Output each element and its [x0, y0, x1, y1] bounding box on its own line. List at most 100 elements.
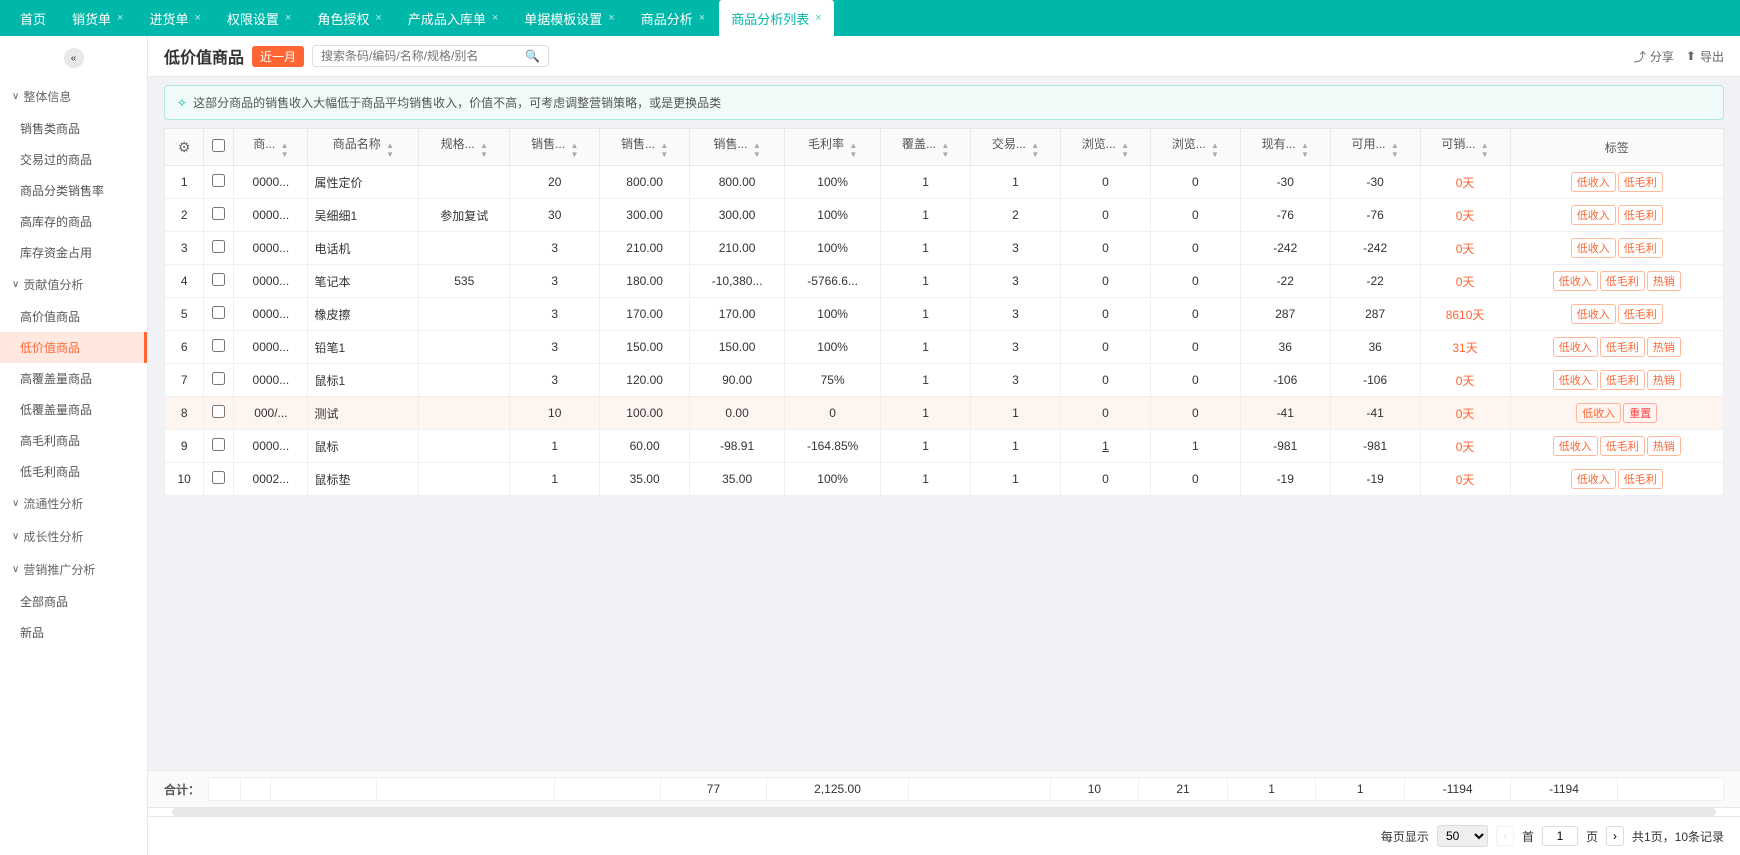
- next-page-button[interactable]: ›: [1606, 826, 1624, 846]
- sidebar-group-growth[interactable]: ∨ 成长性分析: [0, 520, 147, 553]
- row-browse1[interactable]: 0: [1060, 397, 1150, 430]
- sidebar-group-overall[interactable]: ∨ 整体信息: [0, 80, 147, 113]
- browse1-link[interactable]: 0: [1102, 175, 1109, 189]
- nav-sales-order[interactable]: 销货单 ×: [60, 0, 135, 36]
- row-select-checkbox[interactable]: [212, 405, 225, 418]
- sidebar-group-liquidity[interactable]: ∨ 流通性分析: [0, 487, 147, 520]
- share-button[interactable]: ⤴ 分享: [1634, 48, 1674, 65]
- sidebar-item-traded-products[interactable]: 交易过的商品: [0, 144, 147, 175]
- nav-purchase-order[interactable]: 进货单 ×: [137, 0, 212, 36]
- row-select-checkbox[interactable]: [212, 438, 225, 451]
- close-icon[interactable]: ×: [285, 12, 291, 24]
- content-area: 低价值商品 近一月 🔍 ⤴ 分享 ⬆ 导出 ✧ 这部分: [148, 36, 1740, 855]
- sidebar-item-stock-capital[interactable]: 库存资金占用: [0, 237, 147, 268]
- row-browse1[interactable]: 0: [1060, 232, 1150, 265]
- sidebar-item-new-products[interactable]: 新品: [0, 617, 147, 648]
- row-select-checkbox[interactable]: [212, 306, 225, 319]
- row-checkbox[interactable]: [204, 199, 234, 232]
- row-checkbox[interactable]: [204, 298, 234, 331]
- chevron-down-icon: ∨: [12, 279, 19, 290]
- row-select-checkbox[interactable]: [212, 207, 225, 220]
- sidebar-item-high-margin[interactable]: 高毛利商品: [0, 425, 147, 456]
- nav-template-settings[interactable]: 单据模板设置 ×: [512, 0, 626, 36]
- tag-badge: 低收入: [1553, 370, 1598, 390]
- sidebar-item-low-coverage[interactable]: 低覆盖量商品: [0, 394, 147, 425]
- browse1-link[interactable]: 0: [1102, 274, 1109, 288]
- nav-role-auth[interactable]: 角色授权 ×: [305, 0, 393, 36]
- row-browse2: 0: [1150, 166, 1240, 199]
- nav-product-analysis-list[interactable]: 商品分析列表 ×: [719, 0, 833, 36]
- row-num: 7: [165, 364, 204, 397]
- col-gear[interactable]: ⚙: [165, 129, 204, 166]
- close-icon[interactable]: ×: [194, 12, 200, 24]
- row-checkbox[interactable]: [204, 331, 234, 364]
- row-browse1[interactable]: 0: [1060, 166, 1150, 199]
- close-icon[interactable]: ×: [815, 12, 821, 24]
- filter-tag-recent-month[interactable]: 近一月: [252, 46, 304, 67]
- sidebar-item-low-margin[interactable]: 低毛利商品: [0, 456, 147, 487]
- sidebar-item-category-sales[interactable]: 商品分类销售率: [0, 175, 147, 206]
- browse1-link[interactable]: 0: [1102, 340, 1109, 354]
- horizontal-scrollbar[interactable]: [172, 808, 1716, 816]
- row-tags: 低收入低毛利热销: [1510, 430, 1724, 463]
- sidebar-item-high-stock[interactable]: 高库存的商品: [0, 206, 147, 237]
- sidebar-group-marketing[interactable]: ∨ 营销推广分析: [0, 553, 147, 586]
- row-select-checkbox[interactable]: [212, 174, 225, 187]
- row-checkbox[interactable]: [204, 232, 234, 265]
- row-select-checkbox[interactable]: [212, 471, 225, 484]
- browse1-link[interactable]: 0: [1102, 373, 1109, 387]
- row-browse1[interactable]: 1: [1060, 430, 1150, 463]
- row-checkbox[interactable]: [204, 364, 234, 397]
- row-checkbox[interactable]: [204, 166, 234, 199]
- close-icon[interactable]: ×: [699, 12, 705, 24]
- browse1-link[interactable]: 0: [1102, 472, 1109, 486]
- search-icon[interactable]: 🔍: [525, 49, 540, 63]
- nav-product-stock[interactable]: 产成品入库单 ×: [396, 0, 510, 36]
- first-page-button[interactable]: ‹: [1496, 826, 1514, 846]
- browse1-link[interactable]: 0: [1102, 241, 1109, 255]
- col-checkbox[interactable]: [204, 129, 234, 166]
- row-select-checkbox[interactable]: [212, 339, 225, 352]
- browse1-link[interactable]: 0: [1102, 208, 1109, 222]
- browse1-link[interactable]: 1: [1102, 439, 1109, 453]
- page-number-input[interactable]: [1542, 826, 1578, 846]
- row-browse1[interactable]: 0: [1060, 331, 1150, 364]
- sidebar-item-high-value[interactable]: 高价值商品: [0, 301, 147, 332]
- row-s1: 3: [510, 298, 600, 331]
- row-checkbox[interactable]: [204, 463, 234, 496]
- per-page-select[interactable]: 50 20 100: [1437, 825, 1488, 847]
- export-button[interactable]: ⬆ 导出: [1686, 48, 1724, 65]
- close-icon[interactable]: ×: [117, 12, 123, 24]
- nav-home[interactable]: 首页: [8, 0, 58, 36]
- sidebar-item-all-products[interactable]: 全部商品: [0, 586, 147, 617]
- row-rate: -164.85%: [785, 430, 881, 463]
- browse1-link[interactable]: 0: [1102, 406, 1109, 420]
- row-select-checkbox[interactable]: [212, 273, 225, 286]
- nav-permissions[interactable]: 权限设置 ×: [215, 0, 303, 36]
- close-icon[interactable]: ×: [492, 12, 498, 24]
- gear-icon[interactable]: ⚙: [178, 139, 191, 155]
- row-browse1[interactable]: 0: [1060, 463, 1150, 496]
- sidebar-group-contribution[interactable]: ∨ 贡献值分析: [0, 268, 147, 301]
- sidebar-item-sales-products[interactable]: 销售类商品: [0, 113, 147, 144]
- sidebar-collapse-button[interactable]: «: [64, 48, 84, 68]
- search-input[interactable]: [321, 49, 521, 63]
- sidebar-item-high-coverage[interactable]: 高覆盖量商品: [0, 363, 147, 394]
- row-name: 铅笔1: [308, 331, 419, 364]
- row-checkbox[interactable]: [204, 265, 234, 298]
- close-icon[interactable]: ×: [608, 12, 614, 24]
- row-browse1[interactable]: 0: [1060, 364, 1150, 397]
- table-container[interactable]: ⚙ 商... ▲▼ 商品名称 ▲▼ 规格... ▲▼ 销售... ▲▼ 销售..…: [148, 128, 1740, 770]
- nav-product-analysis[interactable]: 商品分析 ×: [629, 0, 717, 36]
- row-checkbox[interactable]: [204, 430, 234, 463]
- row-browse1[interactable]: 0: [1060, 298, 1150, 331]
- sidebar-item-low-value[interactable]: 低价值商品: [0, 332, 147, 363]
- close-icon[interactable]: ×: [375, 12, 381, 24]
- browse1-link[interactable]: 0: [1102, 307, 1109, 321]
- row-checkbox[interactable]: [204, 397, 234, 430]
- row-select-checkbox[interactable]: [212, 372, 225, 385]
- row-select-checkbox[interactable]: [212, 240, 225, 253]
- row-browse1[interactable]: 0: [1060, 265, 1150, 298]
- select-all-checkbox[interactable]: [212, 139, 225, 152]
- row-browse1[interactable]: 0: [1060, 199, 1150, 232]
